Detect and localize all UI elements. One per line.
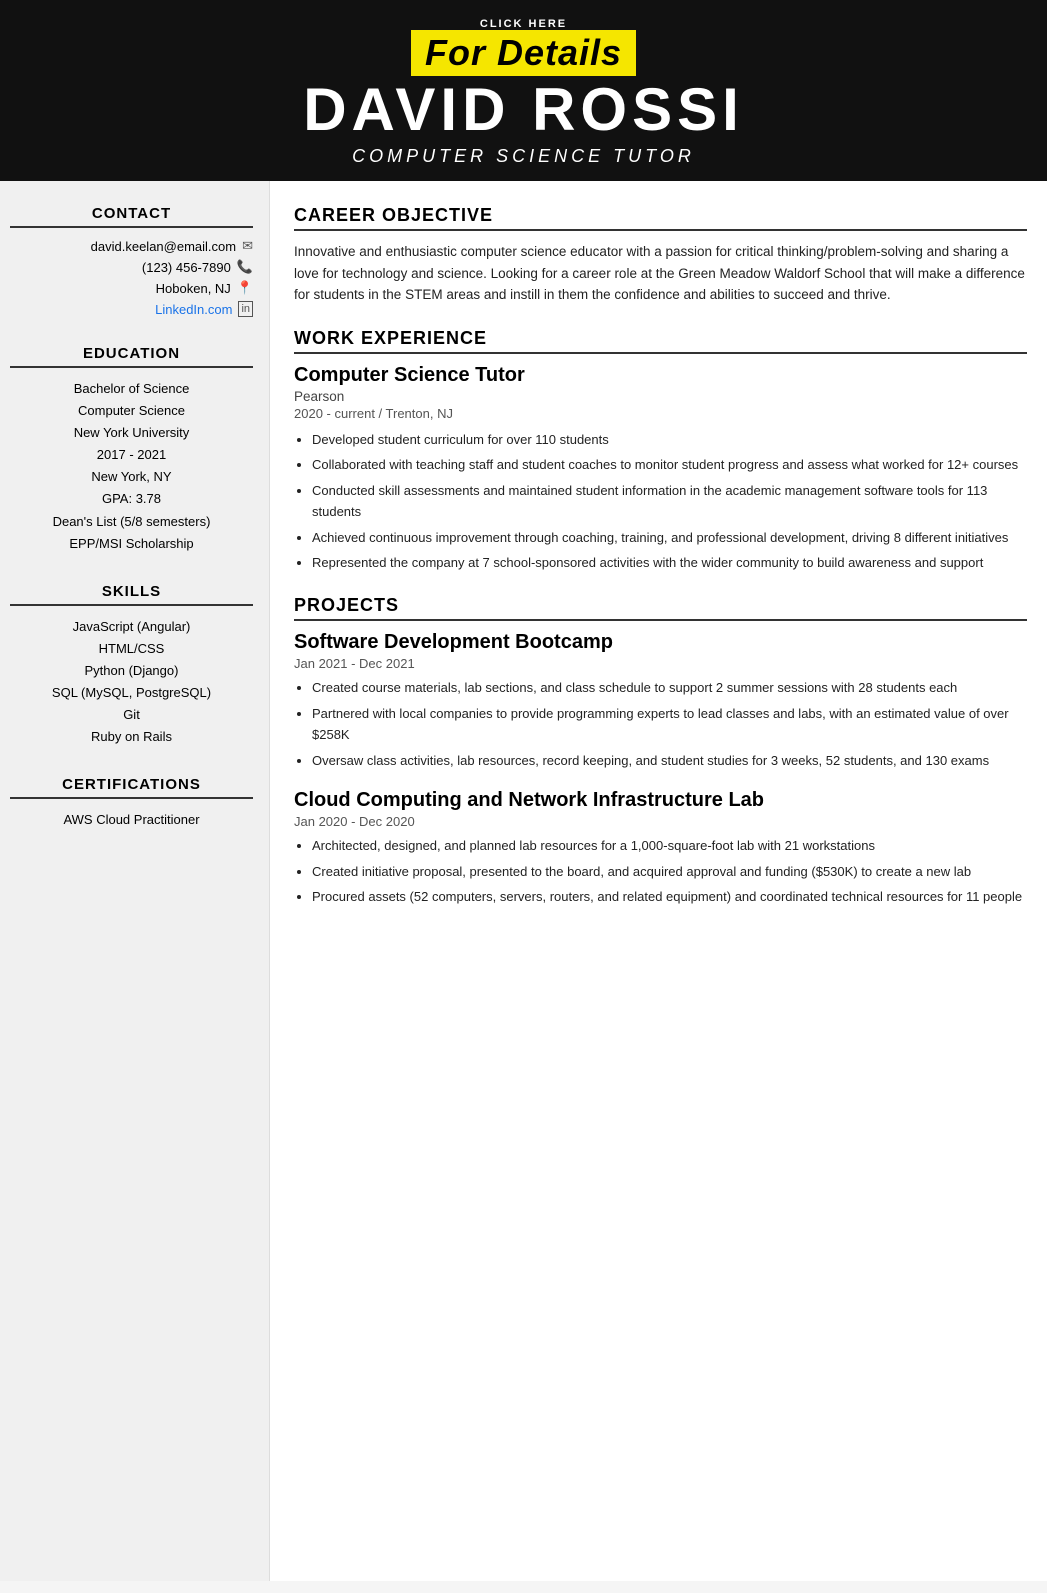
projects-title: PROJECTS <box>294 595 1027 621</box>
edu-field: Computer Science <box>10 400 253 422</box>
career-objective-title: CAREER OBJECTIVE <box>294 205 1027 231</box>
job-0-company: Pearson <box>294 389 1027 404</box>
edu-honor1: Dean's List (5/8 semesters) <box>10 511 253 533</box>
project-0-title: Software Development Bootcamp <box>294 631 1027 654</box>
job-0-bullet-3: Achieved continuous improvement through … <box>312 527 1027 548</box>
job-0-bullet-2: Conducted skill assessments and maintain… <box>312 480 1027 523</box>
phone-icon: 📞 <box>237 259 253 275</box>
project-0-bullet-0: Created course materials, lab sections, … <box>312 677 1027 698</box>
certifications-title: CERTIFICATIONS <box>10 776 253 799</box>
skills-section: SKILLS JavaScript (Angular) HTML/CSS Pyt… <box>10 583 253 749</box>
contact-email-item: david.keelan@email.com ✉ <box>10 238 253 254</box>
skills-title: SKILLS <box>10 583 253 606</box>
skill-5: Ruby on Rails <box>10 726 253 748</box>
project-0-dates: Jan 2021 - Dec 2021 <box>294 656 1027 671</box>
skill-1: HTML/CSS <box>10 638 253 660</box>
job-0-title: Computer Science Tutor <box>294 364 1027 387</box>
skill-4: Git <box>10 704 253 726</box>
job-0-bullets: Developed student curriculum for over 11… <box>294 429 1027 574</box>
skill-0: JavaScript (Angular) <box>10 616 253 638</box>
click-here-label: CLICK HERE <box>411 18 636 30</box>
skill-3: SQL (MySQL, PostgreSQL) <box>10 682 253 704</box>
for-details-banner[interactable]: For Details <box>411 30 636 76</box>
contact-linkedin-item[interactable]: LinkedIn.com in <box>10 301 253 317</box>
project-0: Software Development Bootcamp Jan 2021 -… <box>294 631 1027 771</box>
education-title: EDUCATION <box>10 345 253 368</box>
skills-list: JavaScript (Angular) HTML/CSS Python (Dj… <box>10 616 253 749</box>
project-1-bullets: Architected, designed, and planned lab r… <box>294 835 1027 907</box>
email-icon: ✉ <box>242 238 253 254</box>
job-0: Computer Science Tutor Pearson 2020 - cu… <box>294 364 1027 574</box>
project-1-dates: Jan 2020 - Dec 2020 <box>294 814 1027 829</box>
edu-university: New York University <box>10 422 253 444</box>
work-experience-section: WORK EXPERIENCE Computer Science Tutor P… <box>294 328 1027 574</box>
contact-title: CONTACT <box>10 205 253 228</box>
contact-section: CONTACT david.keelan@email.com ✉ (123) 4… <box>10 205 253 317</box>
project-1-bullet-2: Procured assets (52 computers, servers, … <box>312 886 1027 907</box>
contact-phone-item: (123) 456-7890 📞 <box>10 259 253 275</box>
resume-subtitle: COMPUTER SCIENCE TUTOR <box>10 146 1037 167</box>
project-1-bullet-0: Architected, designed, and planned lab r… <box>312 835 1027 856</box>
edu-degree: Bachelor of Science <box>10 378 253 400</box>
job-0-bullet-1: Collaborated with teaching staff and stu… <box>312 454 1027 475</box>
project-1-title: Cloud Computing and Network Infrastructu… <box>294 789 1027 812</box>
phone-label: (123) 456-7890 <box>142 260 231 275</box>
job-0-bullet-0: Developed student curriculum for over 11… <box>312 429 1027 450</box>
work-experience-title: WORK EXPERIENCE <box>294 328 1027 354</box>
edu-location: New York, NY <box>10 466 253 488</box>
resume-header: CLICK HERE For Details DAVID ROSSI COMPU… <box>0 0 1047 181</box>
name-display: DAVID ROSSI <box>10 80 1037 140</box>
project-0-bullet-2: Oversaw class activities, lab resources,… <box>312 750 1027 771</box>
location-icon: 📍 <box>237 280 253 296</box>
job-0-meta: 2020 - current / Trenton, NJ <box>294 406 1027 421</box>
linkedin-link[interactable]: LinkedIn.com <box>155 302 232 317</box>
projects-section: PROJECTS Software Development Bootcamp J… <box>294 595 1027 907</box>
contact-location-item: Hoboken, NJ 📍 <box>10 280 253 296</box>
education-section: EDUCATION Bachelor of Science Computer S… <box>10 345 253 555</box>
resume-body: CONTACT david.keelan@email.com ✉ (123) 4… <box>0 181 1047 1581</box>
career-objective-section: CAREER OBJECTIVE Innovative and enthusia… <box>294 205 1027 306</box>
sidebar: CONTACT david.keelan@email.com ✉ (123) 4… <box>0 181 270 1581</box>
location-label: Hoboken, NJ <box>156 281 231 296</box>
resume-name: DAVID ROSSI <box>10 80 1037 140</box>
email-label: david.keelan@email.com <box>91 239 236 254</box>
edu-honor2: EPP/MSI Scholarship <box>10 533 253 555</box>
project-1-bullet-1: Created initiative proposal, presented t… <box>312 861 1027 882</box>
project-0-bullets: Created course materials, lab sections, … <box>294 677 1027 771</box>
project-0-bullet-1: Partnered with local companies to provid… <box>312 703 1027 746</box>
certifications-section: CERTIFICATIONS AWS Cloud Practitioner <box>10 776 253 831</box>
edu-years: 2017 - 2021 <box>10 444 253 466</box>
job-0-bullet-4: Represented the company at 7 school-spon… <box>312 552 1027 573</box>
project-1: Cloud Computing and Network Infrastructu… <box>294 789 1027 907</box>
main-content: CAREER OBJECTIVE Innovative and enthusia… <box>270 181 1047 1581</box>
linkedin-icon: in <box>238 301 253 317</box>
edu-gpa: GPA: 3.78 <box>10 488 253 510</box>
cert-0: AWS Cloud Practitioner <box>10 809 253 831</box>
skill-2: Python (Django) <box>10 660 253 682</box>
career-objective-text: Innovative and enthusiastic computer sci… <box>294 241 1027 306</box>
